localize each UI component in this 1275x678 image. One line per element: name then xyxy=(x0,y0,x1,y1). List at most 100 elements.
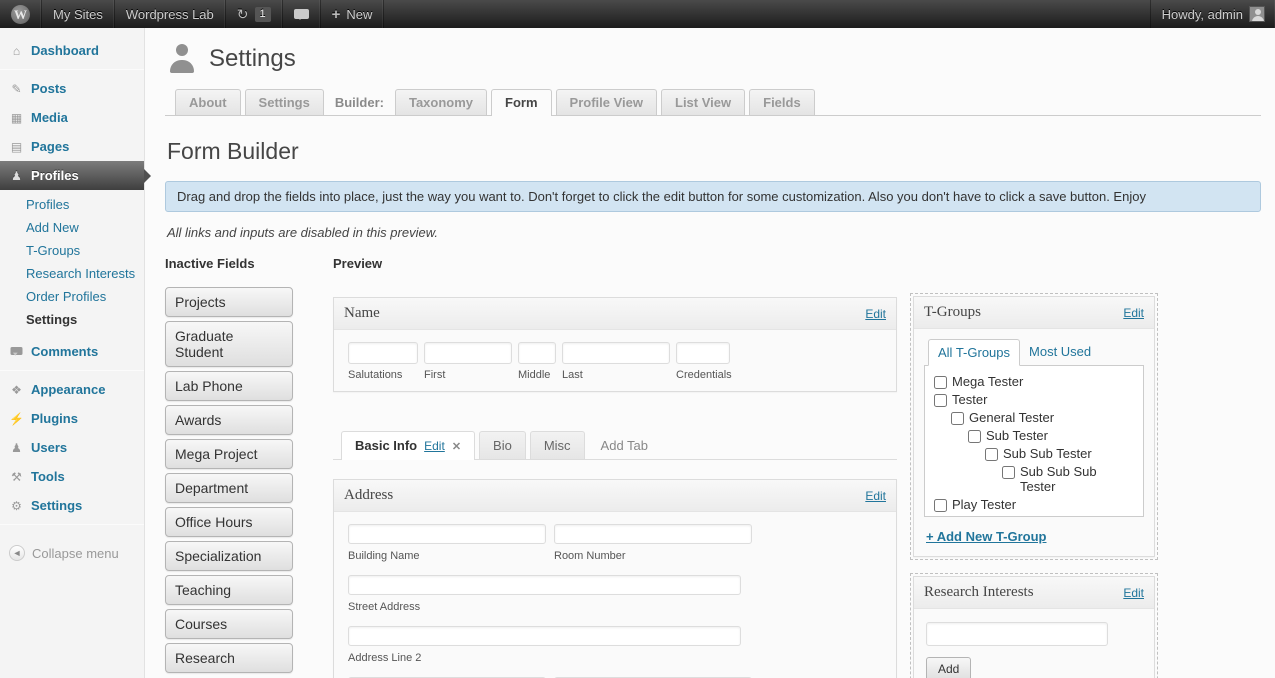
submenu-item-t-groups[interactable]: T-Groups xyxy=(0,239,144,262)
address-edit-link[interactable]: Edit xyxy=(865,489,886,503)
tab-list-view[interactable]: List View xyxy=(661,89,746,115)
settings-nav-tabs: About Settings Builder: Taxonomy Form Pr… xyxy=(165,88,1261,116)
updates-menu[interactable]: ↻ 1 xyxy=(226,0,283,28)
dashboard-icon: ⌂ xyxy=(12,43,21,58)
inactive-field-courses[interactable]: Courses xyxy=(165,609,293,639)
tgroup-checkbox[interactable] xyxy=(951,412,964,425)
submenu-item-order-profiles[interactable]: Order Profiles xyxy=(0,285,144,308)
sidebar-item-users[interactable]: ♟ Users xyxy=(0,433,144,462)
menu-separator xyxy=(0,69,144,70)
pages-icon: ▤ xyxy=(10,139,23,154)
add-tab-button[interactable]: Add Tab xyxy=(589,432,660,459)
tab-misc[interactable]: Misc xyxy=(529,431,585,459)
tab-close-icon[interactable]: ✕ xyxy=(452,441,461,453)
tgroup-checkbox[interactable] xyxy=(934,394,947,407)
last-name-input[interactable] xyxy=(562,342,670,364)
credentials-input[interactable] xyxy=(676,342,730,364)
howdy-text: Howdy, admin xyxy=(1161,6,1243,22)
tab-basic-info[interactable]: Basic Info Edit ✕ xyxy=(341,431,476,460)
street-address-input[interactable] xyxy=(348,575,741,595)
tab-all-tgroups[interactable]: All T-Groups xyxy=(928,339,1021,366)
sidebar-item-appearance[interactable]: ❖ Appearance xyxy=(0,375,144,404)
address-line-2-input[interactable] xyxy=(348,626,741,646)
name-metabox: Name Edit Salutations First Middle Last … xyxy=(333,297,897,392)
first-name-input[interactable] xyxy=(424,342,512,364)
inactive-field-research[interactable]: Research xyxy=(165,643,293,673)
collapse-menu-button[interactable]: ◄ Collapse menu xyxy=(0,537,144,569)
tgroup-checkbox[interactable] xyxy=(934,376,947,389)
main-content: Settings About Settings Builder: Taxonom… xyxy=(145,28,1275,678)
inactive-field-specialization[interactable]: Specialization xyxy=(165,541,293,571)
research-edit-link[interactable]: Edit xyxy=(1123,586,1144,600)
add-new-tgroup-link[interactable]: + Add New T-Group xyxy=(924,529,1047,544)
tgroup-item: Tester xyxy=(934,392,1134,407)
sidebar-item-settings[interactable]: ⚙ Settings xyxy=(0,491,144,520)
comments-menu[interactable] xyxy=(283,0,321,28)
middle-name-label: Middle xyxy=(518,369,551,381)
tab-fields[interactable]: Fields xyxy=(749,89,815,115)
tgroup-label: Sub Sub Sub Tester xyxy=(1020,464,1097,494)
basic-info-edit-link[interactable]: Edit xyxy=(424,439,445,453)
salutations-input[interactable] xyxy=(348,342,418,364)
account-menu[interactable]: Howdy, admin xyxy=(1149,0,1275,28)
room-number-label: Room Number xyxy=(554,550,626,562)
inactive-field-teaching[interactable]: Teaching xyxy=(165,575,293,605)
tgroup-checkbox[interactable] xyxy=(934,499,947,512)
tgroup-checkbox[interactable] xyxy=(985,448,998,461)
tab-about[interactable]: About xyxy=(175,89,241,115)
tgroups-metabox-header[interactable]: T-Groups Edit xyxy=(914,297,1154,329)
inactive-field-projects[interactable]: Projects xyxy=(165,287,293,317)
sidebar-item-tools[interactable]: ⚒ Tools xyxy=(0,462,144,491)
room-number-input[interactable] xyxy=(554,524,752,544)
tgroup-checkbox[interactable] xyxy=(968,430,981,443)
tgroups-edit-link[interactable]: Edit xyxy=(1123,306,1144,320)
tab-profile-view[interactable]: Profile View xyxy=(555,89,657,115)
page-title: Settings xyxy=(209,45,296,72)
inactive-field-office-hours[interactable]: Office Hours xyxy=(165,507,293,537)
inactive-field-awards[interactable]: Awards xyxy=(165,405,293,435)
submenu-item-profiles[interactable]: Profiles xyxy=(0,193,144,216)
building-name-input[interactable] xyxy=(348,524,546,544)
research-add-button[interactable]: Add xyxy=(926,657,972,678)
name-edit-link[interactable]: Edit xyxy=(865,307,886,321)
form-builder-heading: Form Builder xyxy=(167,138,299,164)
users-icon: ♟ xyxy=(11,440,22,455)
inactive-field-mega-project[interactable]: Mega Project xyxy=(165,439,293,469)
submenu-item-settings[interactable]: Settings xyxy=(0,308,144,331)
tab-most-used[interactable]: Most Used xyxy=(1020,339,1100,365)
inactive-fields-column: Inactive Fields Projects Graduate Studen… xyxy=(165,256,333,678)
wordpress-logo-button[interactable]: W xyxy=(0,0,42,28)
sidebar-item-dashboard[interactable]: ⌂ Dashboard xyxy=(0,36,144,65)
update-icon: ↻ xyxy=(236,5,249,22)
name-metabox-header[interactable]: Name Edit xyxy=(334,298,896,330)
middle-name-input[interactable] xyxy=(518,342,556,364)
address-metabox-header[interactable]: Address Edit xyxy=(334,480,896,512)
user-avatar xyxy=(1249,6,1265,22)
sidebar-item-posts[interactable]: ✎ Posts xyxy=(0,74,144,103)
my-sites-menu[interactable]: My Sites xyxy=(42,0,115,28)
sidebar-item-media[interactable]: ▦ Media xyxy=(0,103,144,132)
tgroup-checkbox[interactable] xyxy=(1002,466,1015,479)
tab-taxonomy[interactable]: Taxonomy xyxy=(394,89,488,115)
tab-form[interactable]: Form xyxy=(491,89,552,116)
info-notice: Drag and drop the fields into place, jus… xyxy=(165,181,1261,212)
sidebar-label: Tools xyxy=(31,469,65,484)
site-name-menu[interactable]: Wordpress Lab xyxy=(115,0,226,28)
sidebar-item-comments[interactable]: Comments xyxy=(0,337,144,366)
inactive-field-lab-phone[interactable]: Lab Phone xyxy=(165,371,293,401)
inactive-field-department[interactable]: Department xyxy=(165,473,293,503)
new-content-menu[interactable]: + New xyxy=(321,0,385,28)
tab-settings[interactable]: Settings xyxy=(244,89,324,115)
inactive-field-graduate-student[interactable]: Graduate Student xyxy=(165,321,293,367)
submenu-item-research-interests[interactable]: Research Interests xyxy=(0,262,144,285)
sidebar-item-profiles[interactable]: ♟ Profiles xyxy=(0,161,151,190)
research-metabox-header[interactable]: Research Interests Edit xyxy=(914,577,1154,609)
preview-disabled-note: All links and inputs are disabled in thi… xyxy=(167,225,438,240)
tab-bio[interactable]: Bio xyxy=(479,431,526,459)
sidebar-item-plugins[interactable]: ⚡ Plugins xyxy=(0,404,144,433)
sidebar-label: Appearance xyxy=(31,382,106,397)
research-interest-input[interactable] xyxy=(926,622,1108,646)
submenu-item-add-new[interactable]: Add New xyxy=(0,216,144,239)
sidebar-item-pages[interactable]: ▤ Pages xyxy=(0,132,144,161)
admin-sidebar: ⌂ Dashboard ✎ Posts ▦ Media ▤ Pages ♟ Pr… xyxy=(0,28,151,678)
